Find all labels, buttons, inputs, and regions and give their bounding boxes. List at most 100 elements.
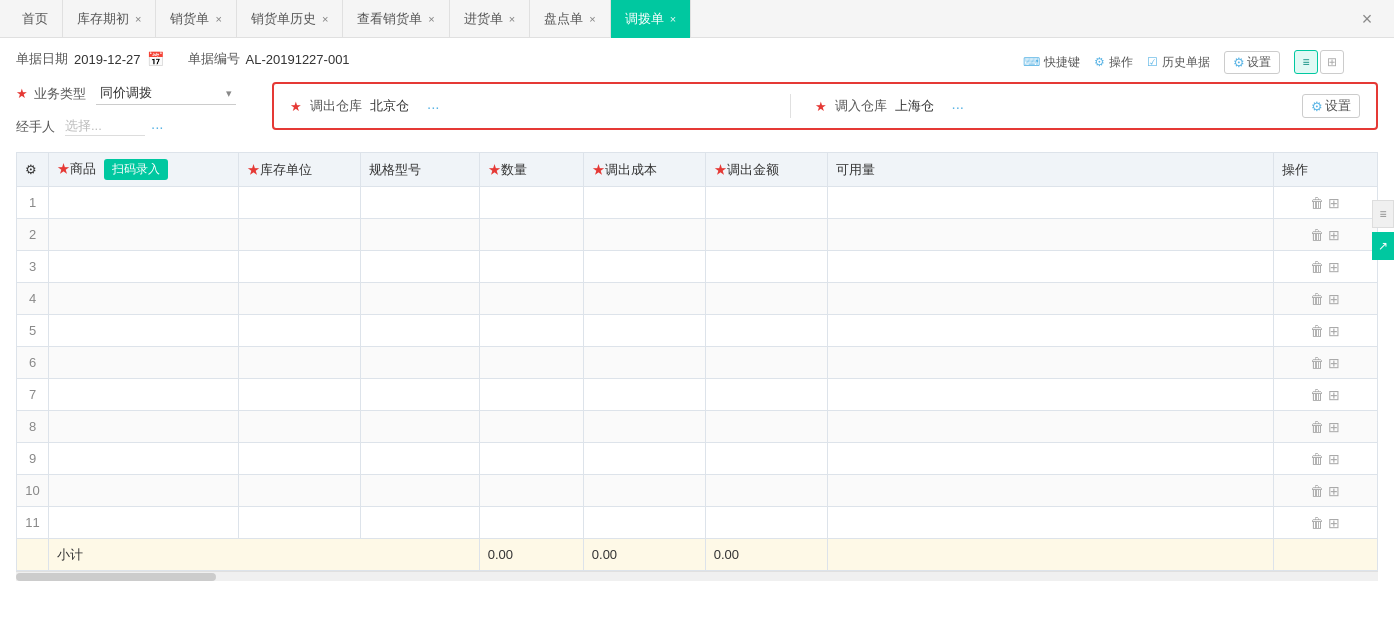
scroll-thumb[interactable] [16,573,216,581]
shortcut-btn[interactable]: ⌨ 快捷键 [1023,54,1080,71]
grid-view-btn[interactable]: ⊞ [1320,50,1344,74]
delete-row-btn[interactable]: 🗑 [1310,419,1324,435]
cell-unit[interactable] [238,315,360,347]
cell-qty[interactable] [479,475,583,507]
cell-qty[interactable] [479,315,583,347]
operations-btn[interactable]: ⚙ 操作 [1094,54,1133,71]
tab-purchase-order[interactable]: 进货单 × [450,0,530,38]
cell-available[interactable] [827,347,1273,379]
app-close-button[interactable]: × [1348,0,1386,38]
cell-cost[interactable] [583,347,705,379]
delete-row-btn[interactable]: 🗑 [1310,195,1324,211]
date-value[interactable]: 2019-12-27 [74,52,141,67]
delete-row-btn[interactable]: 🗑 [1310,355,1324,371]
cell-product[interactable] [49,283,239,315]
cell-qty[interactable] [479,251,583,283]
cell-qty[interactable] [479,411,583,443]
delete-row-btn[interactable]: 🗑 [1310,387,1324,403]
tab-sales-order-close[interactable]: × [215,13,221,25]
cell-unit[interactable] [238,219,360,251]
tab-purchase-order-close[interactable]: × [509,13,515,25]
in-warehouse-more-icon[interactable]: ··· [952,98,965,115]
history-btn[interactable]: ☑ 历史单据 [1147,54,1210,71]
tab-inventory-count-close[interactable]: × [589,13,595,25]
biz-type-select[interactable]: 同价调拨 ▾ [96,82,236,105]
cell-spec[interactable] [360,347,479,379]
cell-qty[interactable] [479,507,583,539]
cell-spec[interactable] [360,507,479,539]
cell-cost[interactable] [583,187,705,219]
right-panel-expand-btn[interactable]: ↗ [1372,232,1394,260]
delete-row-btn[interactable]: 🗑 [1310,291,1324,307]
copy-row-btn[interactable]: ⊞ [1328,419,1340,435]
cell-unit[interactable] [238,379,360,411]
person-more-icon[interactable]: ··· [151,118,164,135]
delete-row-btn[interactable]: 🗑 [1310,323,1324,339]
cell-qty[interactable] [479,283,583,315]
copy-row-btn[interactable]: ⊞ [1328,291,1340,307]
delete-row-btn[interactable]: 🗑 [1310,515,1324,531]
warehouse-settings-btn[interactable]: ⚙ 设置 [1302,94,1360,118]
cell-spec[interactable] [360,187,479,219]
cell-unit[interactable] [238,475,360,507]
cell-unit[interactable] [238,411,360,443]
cell-amount[interactable] [705,187,827,219]
cell-spec[interactable] [360,411,479,443]
in-warehouse-value[interactable]: 上海仓 [895,97,934,115]
delete-row-btn[interactable]: 🗑 [1310,227,1324,243]
cell-cost[interactable] [583,219,705,251]
cell-amount[interactable] [705,507,827,539]
list-view-btn[interactable]: ≡ [1294,50,1318,74]
cell-amount[interactable] [705,219,827,251]
delete-row-btn[interactable]: 🗑 [1310,259,1324,275]
cell-cost[interactable] [583,283,705,315]
cell-unit[interactable] [238,187,360,219]
copy-row-btn[interactable]: ⊞ [1328,387,1340,403]
tab-inventory-init-close[interactable]: × [135,13,141,25]
cell-product[interactable] [49,507,239,539]
cell-product[interactable] [49,379,239,411]
cell-spec[interactable] [360,475,479,507]
tab-inventory-init[interactable]: 库存期初 × [63,0,156,38]
copy-row-btn[interactable]: ⊞ [1328,259,1340,275]
cell-available[interactable] [827,507,1273,539]
cell-amount[interactable] [705,283,827,315]
cell-available[interactable] [827,315,1273,347]
tab-view-sales[interactable]: 查看销货单 × [343,0,449,38]
cell-available[interactable] [827,443,1273,475]
cell-available[interactable] [827,475,1273,507]
cell-product[interactable] [49,411,239,443]
tab-transfer-order[interactable]: 调拨单 × [611,0,691,38]
scan-button[interactable]: 扫码录入 [104,159,168,180]
cell-product[interactable] [49,443,239,475]
tab-sales-history[interactable]: 销货单历史 × [237,0,343,38]
cell-available[interactable] [827,283,1273,315]
person-placeholder[interactable]: 选择... [65,117,145,136]
horizontal-scrollbar[interactable] [16,571,1378,581]
tab-transfer-order-close[interactable]: × [670,13,676,25]
cell-spec[interactable] [360,219,479,251]
cell-spec[interactable] [360,315,479,347]
delete-row-btn[interactable]: 🗑 [1310,451,1324,467]
cell-qty[interactable] [479,187,583,219]
cell-spec[interactable] [360,379,479,411]
settings-btn[interactable]: ⚙ 设置 [1224,51,1280,74]
cell-spec[interactable] [360,283,479,315]
cell-amount[interactable] [705,251,827,283]
cell-cost[interactable] [583,443,705,475]
cell-unit[interactable] [238,283,360,315]
cell-product[interactable] [49,315,239,347]
out-warehouse-more-icon[interactable]: ··· [427,98,440,115]
copy-row-btn[interactable]: ⊞ [1328,195,1340,211]
cell-qty[interactable] [479,443,583,475]
cell-amount[interactable] [705,411,827,443]
cell-amount[interactable] [705,475,827,507]
cell-qty[interactable] [479,219,583,251]
copy-row-btn[interactable]: ⊞ [1328,451,1340,467]
cell-cost[interactable] [583,379,705,411]
copy-row-btn[interactable]: ⊞ [1328,323,1340,339]
calendar-icon[interactable]: 📅 [147,51,164,67]
cell-cost[interactable] [583,507,705,539]
cell-spec[interactable] [360,443,479,475]
cell-available[interactable] [827,411,1273,443]
